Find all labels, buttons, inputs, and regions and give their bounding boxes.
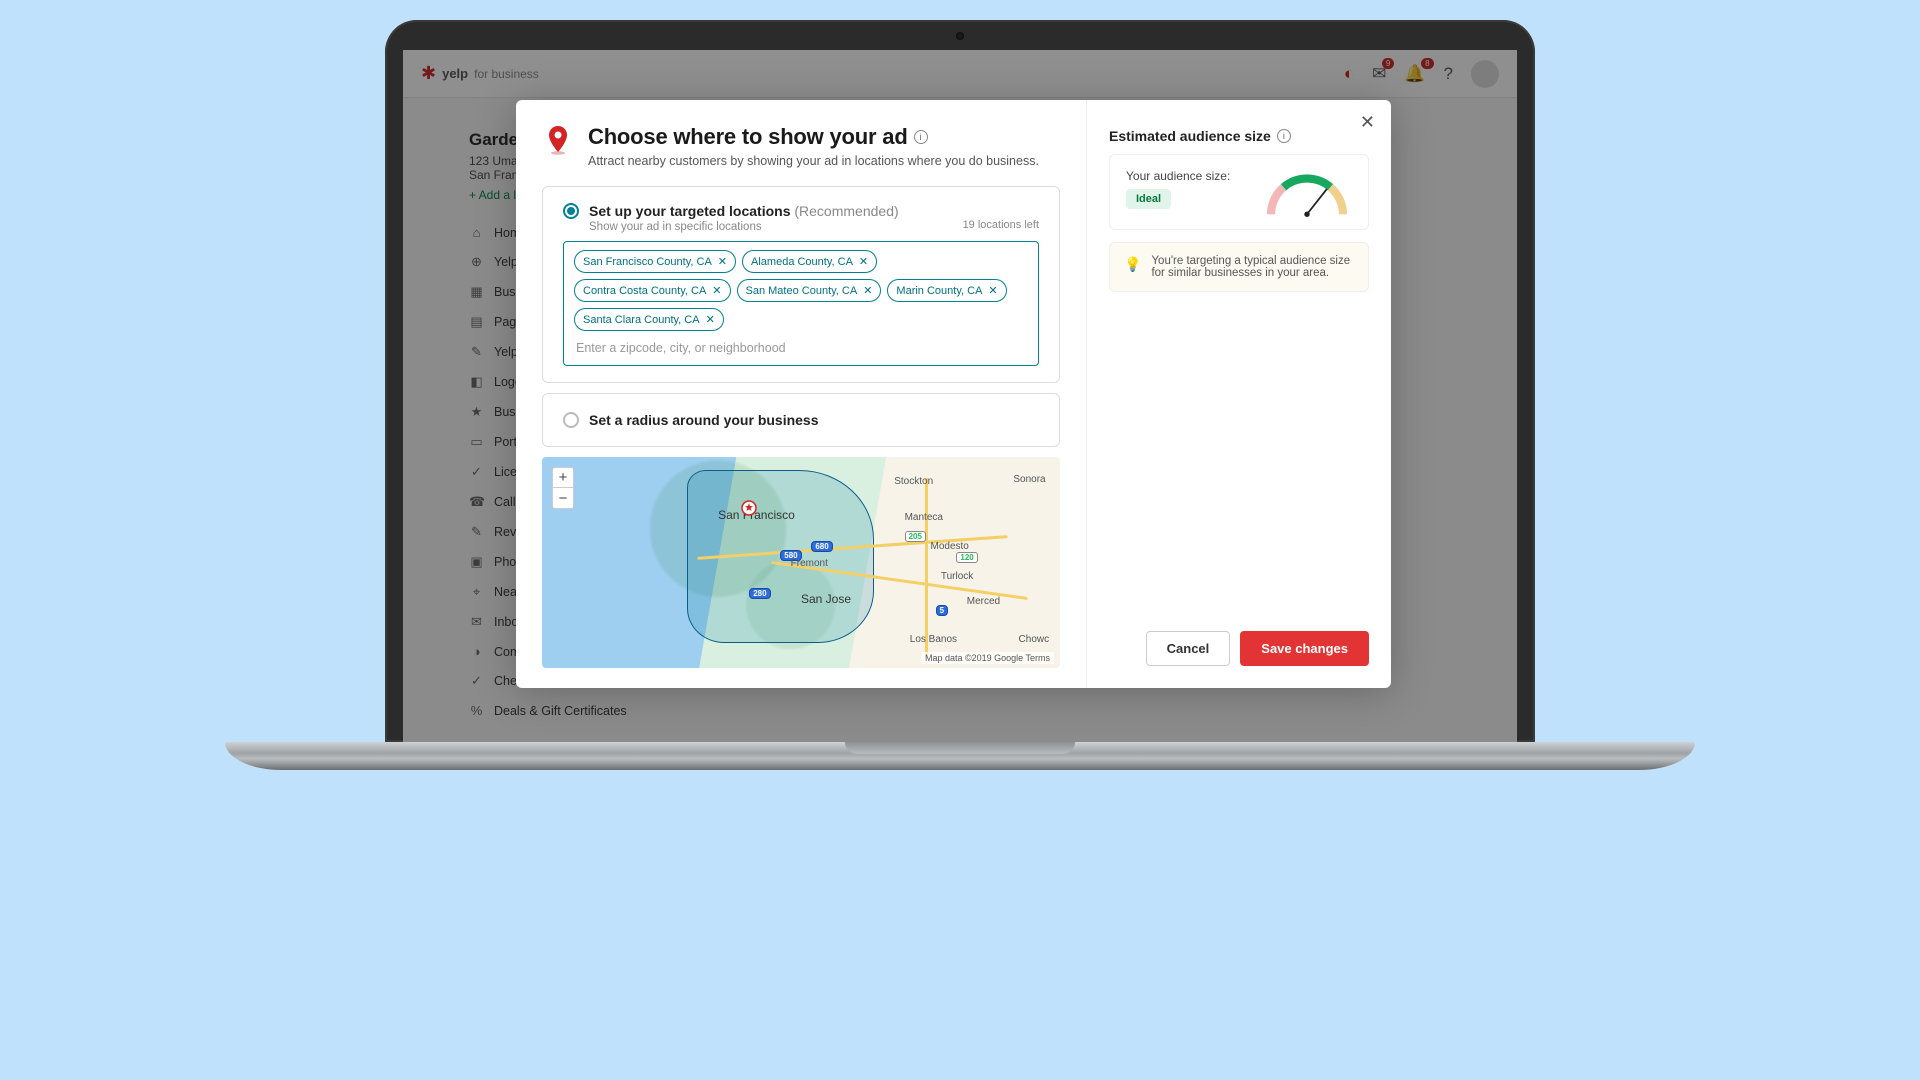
city-stockton: Stockton: [894, 476, 933, 487]
remove-token-icon[interactable]: ✕: [706, 313, 715, 326]
laptop-hinge: [225, 742, 1695, 770]
location-token[interactable]: Contra Costa County, CA ✕: [574, 279, 731, 302]
map-business-pin-icon: [739, 499, 759, 519]
token-label: Santa Clara County, CA: [583, 314, 700, 326]
laptop-frame: ✱ yelp for business ◐ ✉9 🔔8 ? Garden 123…: [385, 20, 1535, 770]
location-token[interactable]: San Mateo County, CA ✕: [737, 279, 882, 302]
audience-size-title: Estimated audience size i: [1109, 128, 1369, 144]
camera-dot: [956, 32, 964, 40]
shield-i280: 280: [749, 588, 770, 599]
tip-text: You're targeting a typical audience size…: [1151, 255, 1354, 279]
city-manteca: Manteca: [905, 512, 943, 523]
shield-120: 120: [956, 552, 977, 563]
audience-tip: 💡 You're targeting a typical audience si…: [1109, 242, 1369, 292]
targeting-map[interactable]: 280 580 680 5 205 120 San Francisco San …: [542, 457, 1060, 668]
zoom-out-button[interactable]: −: [553, 488, 573, 508]
zoom-in-button[interactable]: +: [553, 468, 573, 488]
location-token-input[interactable]: San Francisco County, CA✕Alameda County,…: [563, 241, 1039, 366]
shield-i5: 5: [936, 605, 948, 616]
remove-token-icon[interactable]: ✕: [718, 255, 727, 268]
city-sonora: Sonora: [1013, 474, 1045, 485]
city-fremont: Fremont: [791, 558, 828, 569]
close-icon[interactable]: ✕: [1360, 112, 1375, 133]
map-zoom: + −: [552, 467, 574, 509]
info-icon[interactable]: i: [914, 130, 928, 144]
map-attribution: Map data ©2019 Google Terms: [921, 652, 1054, 664]
location-search-input[interactable]: [574, 337, 1028, 359]
remove-token-icon[interactable]: ✕: [988, 284, 997, 297]
modal-main: Choose where to show your ad i Attract n…: [516, 100, 1086, 688]
option-radius-card[interactable]: Set a radius around your business: [542, 393, 1060, 447]
location-token[interactable]: Marin County, CA ✕: [887, 279, 1006, 302]
city-losbanos: Los Banos: [910, 634, 957, 645]
token-label: Alameda County, CA: [751, 256, 853, 268]
modal-subtitle: Attract nearby customers by showing your…: [588, 154, 1039, 168]
location-targeting-modal: Choose where to show your ad i Attract n…: [516, 100, 1391, 688]
city-turlock: Turlock: [941, 571, 973, 582]
option-radius-title: Set a radius around your business: [589, 412, 819, 428]
city-chow: Chowc: [1019, 634, 1050, 645]
option-targeted-card[interactable]: Set up your targeted locations (Recommen…: [542, 186, 1060, 383]
token-label: San Mateo County, CA: [746, 285, 858, 297]
shield-i680: 680: [811, 541, 832, 552]
remove-token-icon[interactable]: ✕: [859, 255, 868, 268]
modal-sidebar: ✕ Estimated audience size i Your audienc…: [1086, 100, 1391, 688]
token-label: Marin County, CA: [896, 285, 982, 297]
city-modesto: Modesto: [931, 541, 969, 552]
save-button[interactable]: Save changes: [1240, 631, 1369, 666]
audience-badge: Ideal: [1126, 189, 1171, 209]
laptop-bezel: ✱ yelp for business ◐ ✉9 🔔8 ? Garden 123…: [385, 20, 1535, 742]
location-token[interactable]: Alameda County, CA ✕: [742, 250, 877, 273]
screen: ✱ yelp for business ◐ ✉9 🔔8 ? Garden 123…: [403, 50, 1517, 742]
shield-205: 205: [905, 531, 926, 542]
radio-radius[interactable]: [563, 412, 579, 428]
radio-targeted[interactable]: [563, 203, 579, 219]
city-sj: San Jose: [801, 592, 851, 606]
location-token[interactable]: Santa Clara County, CA ✕: [574, 308, 724, 331]
modal-title: Choose where to show your ad i: [588, 124, 1039, 150]
gauge-icon: [1262, 169, 1352, 219]
remove-token-icon[interactable]: ✕: [712, 284, 721, 297]
location-token[interactable]: San Francisco County, CA ✕: [574, 250, 736, 273]
audience-gauge-card: Your audience size: Ideal: [1109, 154, 1369, 230]
token-label: Contra Costa County, CA: [583, 285, 706, 297]
token-label: San Francisco County, CA: [583, 256, 712, 268]
cancel-button[interactable]: Cancel: [1146, 631, 1231, 666]
your-size-label: Your audience size:: [1126, 169, 1230, 183]
lightbulb-icon: 💡: [1124, 256, 1141, 279]
city-merced: Merced: [967, 596, 1000, 607]
remove-token-icon[interactable]: ✕: [863, 284, 872, 297]
location-pin-icon: [542, 124, 574, 156]
option-targeted-title: Set up your targeted locations (Recommen…: [589, 203, 899, 219]
info-icon[interactable]: i: [1277, 129, 1291, 143]
